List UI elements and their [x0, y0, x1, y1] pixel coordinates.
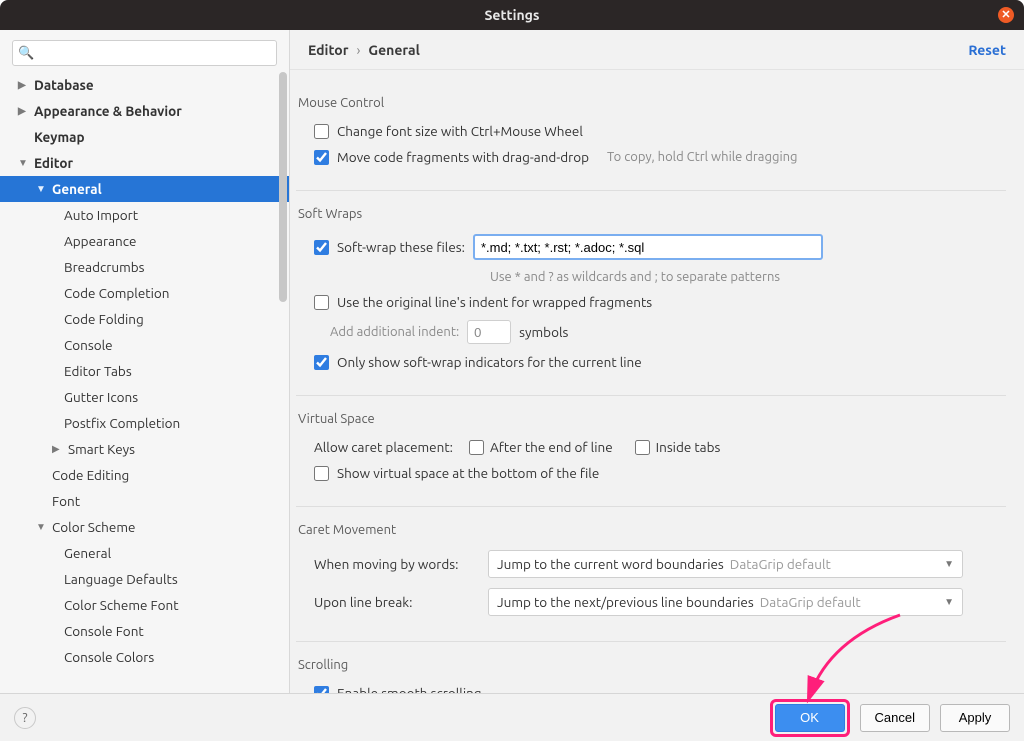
reset-link[interactable]: Reset: [968, 42, 1006, 58]
tree-item-editor[interactable]: ▼Editor: [0, 150, 289, 176]
section-title: Soft Wraps: [298, 207, 1006, 221]
window-title: Settings: [484, 7, 539, 23]
close-icon[interactable]: ✕: [998, 7, 1014, 23]
settings-tree: ▶Database ▶Appearance & Behavior Keymap …: [0, 72, 289, 693]
checkbox[interactable]: [314, 686, 329, 694]
section-title: Caret Movement: [298, 523, 1006, 537]
dialog-footer: ? OK Cancel Apply: [0, 693, 1024, 741]
tree-item-cs-general[interactable]: General: [0, 540, 289, 566]
apply-button[interactable]: Apply: [940, 704, 1010, 732]
sidebar: 🔍 ▶Database ▶Appearance & Behavior Keyma…: [0, 30, 290, 693]
checkbox[interactable]: [469, 440, 484, 455]
tree-item-auto-import[interactable]: Auto Import: [0, 202, 289, 228]
opt-soft-wrap-files: Soft-wrap these files:: [296, 229, 1006, 265]
opt-only-current-line[interactable]: Only show soft-wrap indicators for the c…: [296, 349, 1006, 375]
tree-item-database[interactable]: ▶Database: [0, 72, 289, 98]
tree-item-cs-font[interactable]: Color Scheme Font: [0, 592, 289, 618]
section-title: Scrolling: [298, 658, 1006, 672]
help-icon[interactable]: ?: [14, 707, 36, 729]
tree-item-font[interactable]: Font: [0, 488, 289, 514]
checkbox[interactable]: [314, 466, 329, 481]
tree-scrollbar[interactable]: [279, 72, 287, 302]
breadcrumb-part: General: [368, 42, 420, 58]
section-title: Virtual Space: [298, 412, 1006, 426]
additional-indent-input[interactable]: [467, 320, 511, 344]
chevron-down-icon: ▼: [36, 521, 48, 533]
opt-additional-indent: Add additional indent: symbols: [296, 315, 1006, 349]
opt-caret-placement: Allow caret placement: After the end of …: [296, 434, 1006, 460]
checkbox[interactable]: [314, 355, 329, 370]
tree-item-code-editing[interactable]: Code Editing: [0, 462, 289, 488]
section-title: Mouse Control: [298, 96, 1006, 110]
section-mouse-control: Mouse Control Change font size with Ctrl…: [296, 80, 1006, 184]
opt-move-fragments[interactable]: Move code fragments with drag-and-drop T…: [296, 144, 1006, 170]
section-scrolling: Scrolling Enable smooth scrolling: [296, 641, 1006, 693]
tree-item-code-completion[interactable]: Code Completion: [0, 280, 289, 306]
checkbox[interactable]: [314, 295, 329, 310]
annotation-highlight: OK: [770, 699, 850, 737]
cancel-button[interactable]: Cancel: [860, 704, 930, 732]
search-icon: 🔍: [18, 46, 34, 61]
hint-text: To copy, hold Ctrl while dragging: [607, 150, 797, 164]
tree-item-cs-console-font[interactable]: Console Font: [0, 618, 289, 644]
checkbox[interactable]: [314, 240, 329, 255]
breadcrumb: Editor › General Reset: [290, 30, 1024, 70]
section-virtual-space: Virtual Space Allow caret placement: Aft…: [296, 395, 1006, 500]
chevron-right-icon: ▶: [18, 79, 30, 91]
tree-item-gutter-icons[interactable]: Gutter Icons: [0, 384, 289, 410]
opt-original-indent[interactable]: Use the original line's indent for wrapp…: [296, 289, 1006, 315]
tree-item-color-scheme[interactable]: ▼Color Scheme: [0, 514, 289, 540]
tree-item-appearance[interactable]: Appearance: [0, 228, 289, 254]
tree-item-breadcrumbs[interactable]: Breadcrumbs: [0, 254, 289, 280]
settings-content: Mouse Control Change font size with Ctrl…: [290, 70, 1024, 693]
hint-row: Use * and ? as wildcards and ; to separa…: [296, 265, 1006, 289]
tree-item-keymap[interactable]: Keymap: [0, 124, 289, 150]
titlebar: Settings ✕: [0, 0, 1024, 30]
tree-item-console[interactable]: Console: [0, 332, 289, 358]
tree-item-general[interactable]: ▼General: [0, 176, 289, 202]
line-break-select[interactable]: Jump to the next/previous line boundarie…: [488, 588, 963, 616]
chevron-down-icon: ▼: [18, 157, 30, 169]
by-words-select[interactable]: Jump to the current word boundaries Data…: [488, 550, 963, 578]
soft-wrap-patterns-input[interactable]: [473, 234, 823, 260]
section-caret-movement: Caret Movement When moving by words: Jum…: [296, 506, 1006, 635]
opt-by-words: When moving by words: Jump to the curren…: [296, 545, 1006, 583]
opt-virtual-bottom[interactable]: Show virtual space at the bottom of the …: [296, 460, 1006, 486]
section-soft-wraps: Soft Wraps Soft-wrap these files: Use * …: [296, 190, 1006, 389]
chevron-right-icon: ▶: [52, 443, 64, 455]
chevron-down-icon: ▼: [944, 558, 954, 570]
opt-change-font-size[interactable]: Change font size with Ctrl+Mouse Wheel: [296, 118, 1006, 144]
chevron-right-icon: ›: [356, 42, 360, 58]
opt-inside-tabs[interactable]: Inside tabs: [635, 439, 721, 455]
hint-text: Use * and ? as wildcards and ; to separa…: [490, 270, 780, 284]
ok-button[interactable]: OK: [775, 704, 845, 732]
breadcrumb-part: Editor: [308, 42, 348, 58]
tree-item-cs-lang-defaults[interactable]: Language Defaults: [0, 566, 289, 592]
tree-item-editor-tabs[interactable]: Editor Tabs: [0, 358, 289, 384]
search-input[interactable]: [12, 40, 277, 66]
checkbox[interactable]: [314, 150, 329, 165]
chevron-down-icon: ▼: [36, 183, 48, 195]
dialog-body: 🔍 ▶Database ▶Appearance & Behavior Keyma…: [0, 30, 1024, 693]
tree-item-cs-console-colors[interactable]: Console Colors: [0, 644, 289, 670]
tree-item-appearance-behavior[interactable]: ▶Appearance & Behavior: [0, 98, 289, 124]
opt-smooth-scroll[interactable]: Enable smooth scrolling: [296, 680, 1006, 693]
tree-item-postfix-completion[interactable]: Postfix Completion: [0, 410, 289, 436]
opt-after-eol[interactable]: After the end of line: [469, 439, 613, 455]
tree-item-code-folding[interactable]: Code Folding: [0, 306, 289, 332]
main-panel: Editor › General Reset Mouse Control Cha…: [290, 30, 1024, 693]
settings-window: Settings ✕ 🔍 ▶Database ▶Appearance & Beh…: [0, 0, 1024, 741]
opt-line-break: Upon line break: Jump to the next/previo…: [296, 583, 1006, 621]
checkbox[interactable]: [314, 124, 329, 139]
chevron-down-icon: ▼: [944, 596, 954, 608]
checkbox[interactable]: [635, 440, 650, 455]
tree-item-smart-keys[interactable]: ▶Smart Keys: [0, 436, 289, 462]
chevron-right-icon: ▶: [18, 105, 30, 117]
